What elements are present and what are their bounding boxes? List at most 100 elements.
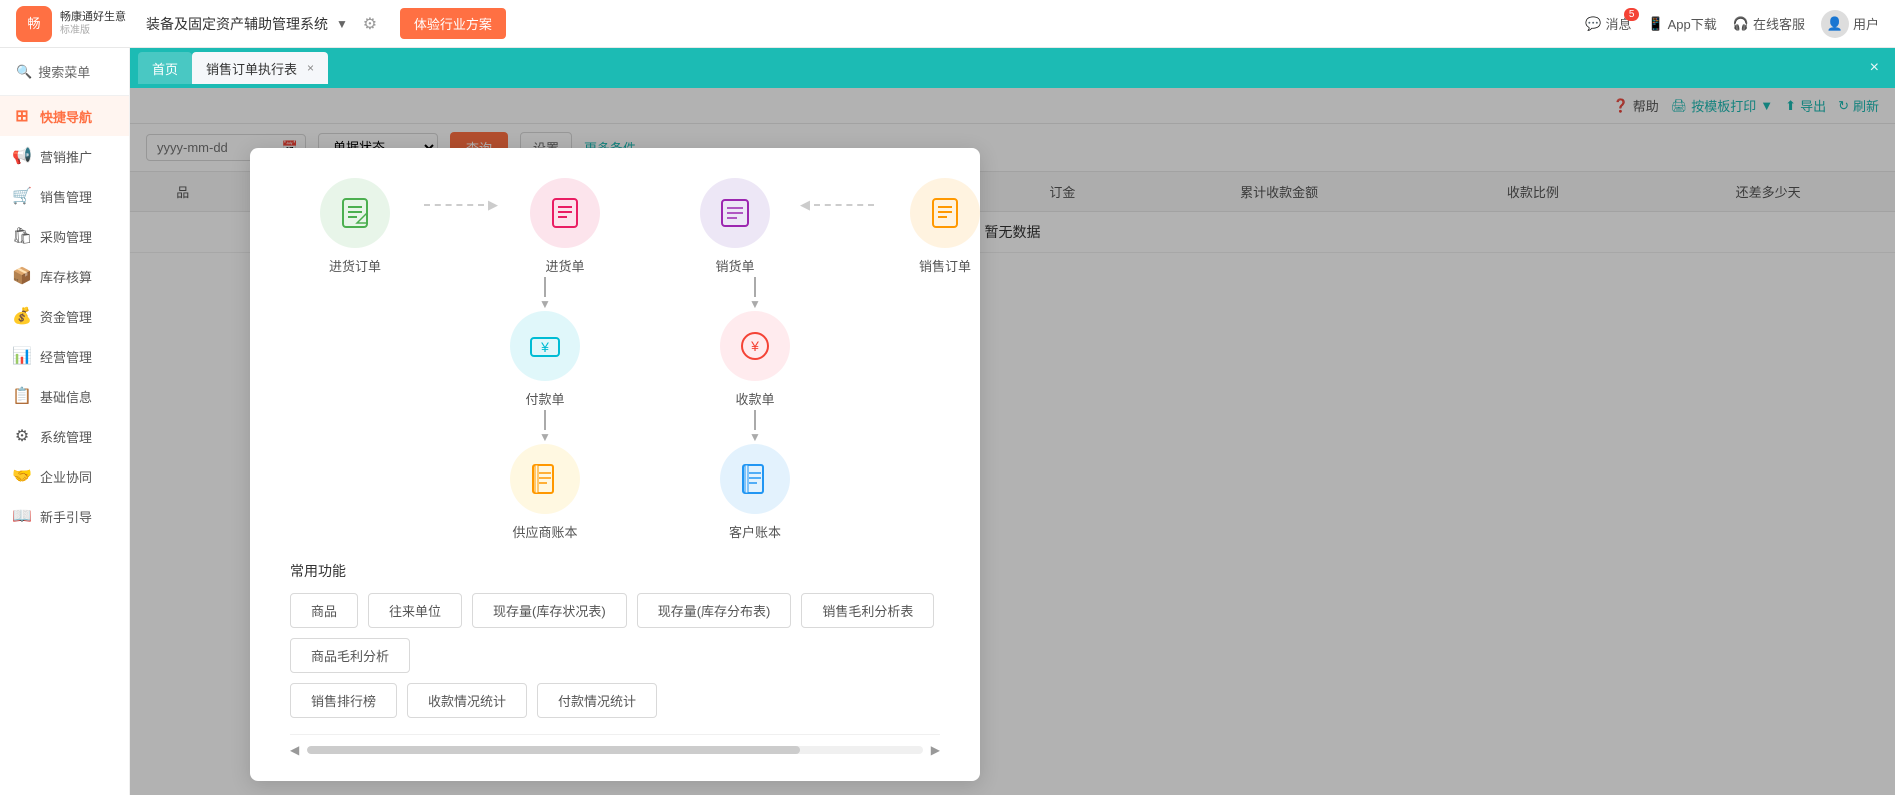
message-btn[interactable]: 💬 消息 5 [1585,14,1631,33]
flow-item-sales-order[interactable]: 销售订单 [880,178,1010,275]
sidebar-item-basic[interactable]: 📋 基础信息 [0,376,129,416]
sidebar-item-operations[interactable]: 📊 经营管理 [0,336,129,376]
quick-nav-icon: ⊞ [12,106,32,126]
sidebar-item-guide[interactable]: 📖 新手引导 [0,496,129,536]
sidebar-item-marketing[interactable]: 📢 营销推广 [0,136,129,176]
common-btn-sales-margin[interactable]: 销售毛利分析表 [801,593,934,628]
sidebar: 🔍 搜索菜单 ⊞ 快捷导航 📢 营销推广 🛒 销售管理 🛍 采购管理 [0,48,130,795]
finance-icon: 💰 [12,306,32,326]
flow-item-receipt-bill[interactable]: ¥ 收款单 [690,311,820,408]
guide-icon: 📖 [12,506,32,526]
tab-close-btn[interactable]: × [307,61,314,75]
common-title: 常用功能 [290,561,940,581]
receipt-bill-circle: ¥ [720,311,790,381]
customer-ledger-circle [720,444,790,514]
scroll-track [307,746,923,754]
common-btn-stock-status[interactable]: 现存量(库存状况表) [472,593,627,628]
flow-section: 进货订单 ▶ 进货单 [290,178,940,541]
headset-icon: 🎧 [1733,16,1749,32]
sales-icon: 🛒 [12,186,32,206]
purchase-bill-label: 进货单 [545,256,584,275]
svg-text:¥: ¥ [750,338,759,354]
search-icon: 🔍 [16,64,32,80]
app-logo: 畅 [16,6,52,42]
flow-item-sales-bill[interactable]: 销货单 [670,178,800,275]
mobile-icon: 📱 [1647,16,1663,32]
top-bar: 畅 畅康通好生意 标准版 装备及固定资产辅助管理系统 ▼ ⚙ 体验行业方案 💬 … [0,0,1895,48]
common-btn-payment-stats[interactable]: 付款情况统计 [537,683,657,718]
logo-text: 畅康通好生意 标准版 [60,10,126,37]
user-avatar: 👤 [1821,10,1849,38]
receipt-bill-label: 收款单 [735,389,774,408]
message-icon: 💬 [1585,16,1601,32]
message-badge: 5 [1624,8,1640,21]
purchase-order-label: 进货订单 [329,256,381,275]
trial-btn[interactable]: 体验行业方案 [400,8,506,39]
sidebar-item-sales[interactable]: 🛒 销售管理 [0,176,129,216]
common-btn-sales-ranking[interactable]: 销售排行榜 [290,683,397,718]
flow-item-purchase-bill[interactable]: 进货单 [500,178,630,275]
flow-item-supplier-ledger[interactable]: 供应商账本 [480,444,610,541]
purchase-icon: 🛍 [12,226,32,246]
flow-item-payment-bill[interactable]: ¥ 付款单 [480,311,610,408]
system-name: 装备及固定资产辅助管理系统 [146,14,328,34]
flow-item-purchase-order[interactable]: 进货订单 [290,178,420,275]
common-btn-product-margin[interactable]: 商品毛利分析 [290,638,410,673]
tab-bar-close-all[interactable]: × [1862,59,1887,77]
payment-bill-label: 付款单 [525,389,564,408]
customer-ledger-label: 客户账本 [729,522,781,541]
scroll-thumb [307,746,799,754]
supplier-ledger-label: 供应商账本 [512,522,577,541]
common-btn-product[interactable]: 商品 [290,593,358,628]
system-dropdown-btn[interactable]: ▼ [336,17,348,31]
sales-order-label: 销售订单 [919,256,971,275]
sales-order-circle [910,178,980,248]
payment-bill-circle: ¥ [510,311,580,381]
sales-bill-label: 销货单 [715,256,754,275]
svg-text:¥: ¥ [540,339,549,355]
top-right: 💬 消息 5 📱 App下载 🎧 在线客服 👤 用户 [1585,10,1879,38]
system-title: 装备及固定资产辅助管理系统 ▼ ⚙ 体验行业方案 [146,8,1585,39]
corp-icon: 🤝 [12,466,32,486]
common-buttons-row2: 销售排行榜 收款情况统计 付款情况统计 [290,683,940,718]
common-section: 常用功能 商品 往来单位 现存量(库存状况表) 现存量(库存分布表) 销售毛利分… [290,561,940,718]
common-buttons: 商品 往来单位 现存量(库存状况表) 现存量(库存分布表) 销售毛利分析表 商品… [290,593,940,673]
sidebar-item-quick-nav[interactable]: ⊞ 快捷导航 [0,96,129,136]
marketing-icon: 📢 [12,146,32,166]
sidebar-item-purchase[interactable]: 🛍 采购管理 [0,216,129,256]
sidebar-item-inventory[interactable]: 📦 库存核算 [0,256,129,296]
sales-bill-circle [700,178,770,248]
content-area: 首页 销售订单执行表 × × ❓ 帮助 [130,48,1895,795]
supplier-ledger-circle [510,444,580,514]
sidebar-search: 🔍 搜索菜单 [0,48,129,96]
popup-card: 进货订单 ▶ 进货单 [250,148,980,781]
settings-icon-btn[interactable]: ⚙ [356,10,384,38]
sidebar-item-finance[interactable]: 💰 资金管理 [0,296,129,336]
sidebar-item-system[interactable]: ⚙ 系统管理 [0,416,129,456]
common-btn-stock-dist[interactable]: 现存量(库存分布表) [637,593,792,628]
common-btn-receipt-stats[interactable]: 收款情况统计 [407,683,527,718]
arrow-sales-order-to-bill: ◀ [800,197,880,235]
purchase-bill-circle [530,178,600,248]
user-menu[interactable]: 👤 用户 [1821,10,1879,38]
scroll-left-btn[interactable]: ◀ [290,743,299,757]
arrow-purchase-order-to-bill: ▶ [420,197,500,235]
inventory-icon: 📦 [12,266,32,286]
scroll-right-btn[interactable]: ▶ [931,743,940,757]
online-service-btn[interactable]: 🎧 在线客服 [1733,14,1805,33]
main-area: 🔍 搜索菜单 ⊞ 快捷导航 📢 营销推广 🛒 销售管理 🛍 采购管理 [0,48,1895,795]
flow-item-customer-ledger[interactable]: 客户账本 [690,444,820,541]
logo-area: 畅 畅康通好生意 标准版 [16,6,146,42]
app-download-btn[interactable]: 📱 App下载 [1647,14,1716,33]
common-btn-counterparty[interactable]: 往来单位 [368,593,462,628]
purchase-order-circle [320,178,390,248]
tab-bar: 首页 销售订单执行表 × × [130,48,1895,88]
tab-sales-order[interactable]: 销售订单执行表 × [192,52,328,84]
sidebar-item-corp[interactable]: 🤝 企业协同 [0,456,129,496]
search-menu-btn[interactable]: 🔍 搜索菜单 [8,58,121,85]
system-icon: ⚙ [12,426,32,446]
basic-icon: 📋 [12,386,32,406]
operations-icon: 📊 [12,346,32,366]
popup-scrollbar: ◀ ▶ [290,734,940,757]
tab-home[interactable]: 首页 [138,52,192,84]
